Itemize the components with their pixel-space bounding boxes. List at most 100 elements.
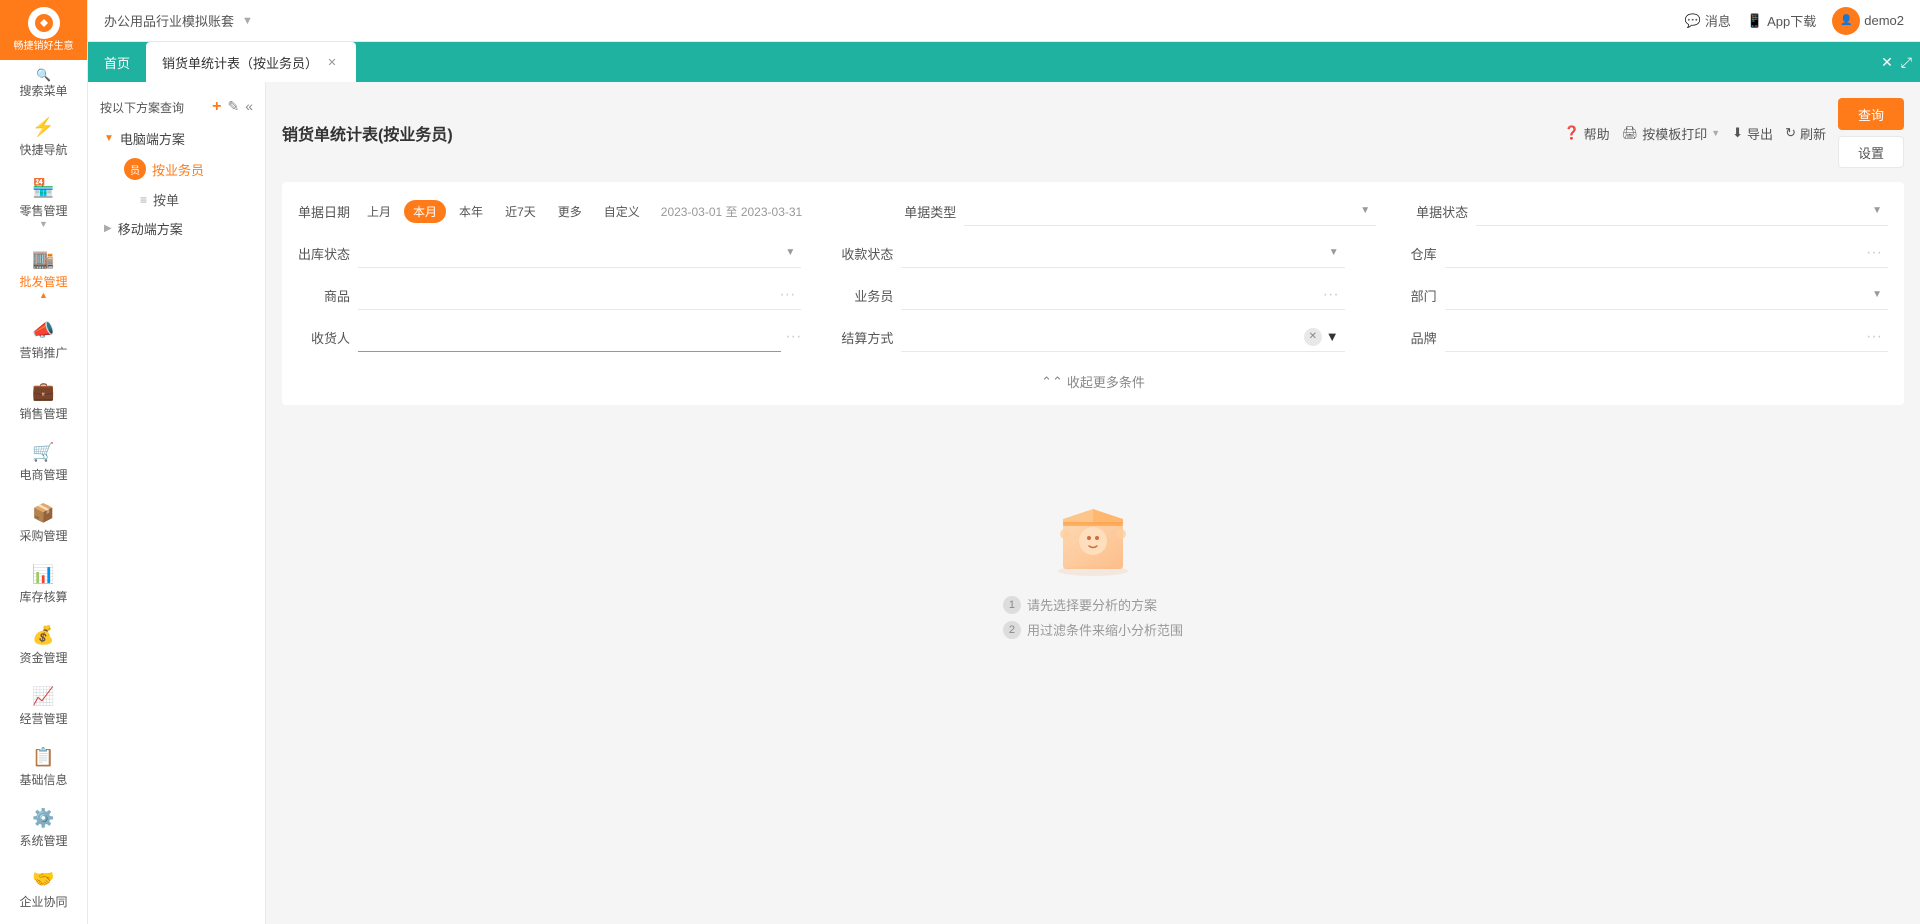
sidebar-item-newcomer[interactable]: 🆕 新手引导 [0, 920, 88, 924]
tree-mobile[interactable]: ▶ 移动端方案 [88, 214, 265, 243]
date-btn-this-year[interactable]: 本年 [450, 200, 492, 223]
sidebar-item-enterprise[interactable]: 🤝 企业协同 [0, 859, 88, 920]
breadcrumb-dropdown-icon[interactable]: ▼ [242, 15, 253, 27]
filter-row-2: 出库状态 ▼ 收款状态 ▼ [298, 238, 1888, 268]
add-scheme-icon[interactable]: + [212, 98, 221, 116]
receiver-input[interactable] [358, 322, 781, 352]
warehouse-label: 仓库 [1385, 244, 1437, 263]
search-menu-item[interactable]: 🔍 搜索菜单 [0, 60, 88, 107]
filter-payment-method: 结算方式 ✕ ▼ [841, 322, 1344, 352]
salesperson-input-wrapper[interactable]: ··· [901, 280, 1344, 310]
brand-label: 品牌 [1385, 328, 1437, 347]
user-profile[interactable]: 👤 demo2 [1832, 7, 1904, 35]
tab-home-label: 首页 [104, 53, 130, 72]
out-status-dropdown[interactable]: ▼ [358, 238, 801, 268]
tab-expand-icon[interactable]: ⤢ [1901, 54, 1912, 71]
topbar: 办公用品行业模拟账套 ▼ 💬 消息 📱 App下载 👤 demo2 [88, 0, 1920, 42]
warehouse-dots-icon[interactable]: ··· [1866, 244, 1882, 262]
goods-input-wrapper[interactable]: ··· [358, 280, 801, 310]
tab-sales-stats-label: 销货单统计表（按业务员） [162, 53, 318, 72]
payment-method-label: 结算方式 [841, 328, 893, 347]
sidebar-item-finance[interactable]: 💰 资金管理 [0, 615, 88, 676]
app-logo: 畅捷销好生意 [0, 0, 88, 60]
app-download-icon: 📱 [1747, 13, 1763, 29]
tree-by-order[interactable]: ≡ 按单 [88, 185, 265, 214]
logo-icon [28, 7, 60, 39]
receiver-label: 收货人 [298, 328, 350, 347]
salesperson-dots-icon[interactable]: ··· [1323, 286, 1339, 304]
tabbar-actions: ✕ ⤢ [1881, 54, 1920, 71]
help-btn[interactable]: ❓ 帮助 [1563, 124, 1609, 143]
payment-method-arrow: ▼ [1326, 329, 1339, 344]
doc-status-dropdown[interactable]: ▼ [1476, 196, 1888, 226]
search-icon: 🔍 [36, 68, 51, 82]
tree-by-salesperson[interactable]: 员 按业务员 [88, 153, 265, 185]
template-print-btn[interactable]: 🖨 按模板打印 ▼ [1622, 124, 1720, 143]
brand-dots-icon[interactable]: ··· [1866, 328, 1882, 346]
message-btn[interactable]: 💬 消息 [1685, 11, 1731, 30]
payment-status-arrow: ▼ [1329, 247, 1339, 258]
sidebar-item-basic-info[interactable]: 📋 基础信息 [0, 737, 88, 798]
department-dropdown[interactable]: ▼ [1445, 280, 1888, 310]
search-label: 搜索菜单 [19, 82, 67, 99]
empty-icon [1033, 479, 1153, 579]
tab-close-icon[interactable]: ✕ [324, 54, 340, 70]
filter-salesperson: 业务员 ··· [841, 280, 1344, 310]
tab-close-window-icon[interactable]: ✕ [1881, 54, 1893, 71]
payment-method-clear-icon[interactable]: ✕ [1304, 328, 1322, 346]
sidebar-item-wholesale[interactable]: 🏬 批发管理 ▲ [0, 239, 88, 310]
retail-arrow: ▼ [39, 219, 48, 229]
collapse-label: 收起更多条件 [1067, 372, 1145, 391]
date-btn-7days[interactable]: 近7天 [496, 200, 545, 223]
refresh-btn[interactable]: ↻ 刷新 [1785, 124, 1826, 143]
wholesale-label: 批发管理 [19, 273, 67, 290]
sidebar-item-shortcut[interactable]: ⚡ 快捷导航 [0, 107, 88, 168]
tab-sales-stats[interactable]: 销货单统计表（按业务员） ✕ [146, 42, 356, 82]
payment-status-dropdown[interactable]: ▼ [901, 238, 1344, 268]
warehouse-input-wrapper[interactable]: ··· [1445, 238, 1888, 268]
sidebar-item-retail[interactable]: 🏪 零售管理 ▼ [0, 168, 88, 239]
sidebar-item-inventory[interactable]: 📊 库存核算 [0, 554, 88, 615]
export-btn[interactable]: ⬇ 导出 [1732, 124, 1773, 143]
filter-date: 单据日期 上月 本月 本年 近7天 更多 自定义 2023-03-01 至 20… [298, 200, 864, 223]
refresh-icon: ↻ [1785, 125, 1796, 141]
date-btn-last-month[interactable]: 上月 [358, 200, 400, 223]
sidebar: 畅捷销好生意 🔍 搜索菜单 ⚡ 快捷导航 🏪 零售管理 ▼ 🏬 批发管理 ▲ 📣… [0, 0, 88, 924]
doc-type-dropdown[interactable]: ▼ [964, 196, 1376, 226]
goods-dots-icon[interactable]: ··· [779, 286, 795, 304]
settings-button[interactable]: 设置 [1838, 136, 1904, 168]
edit-scheme-icon[interactable]: ✎ [227, 98, 239, 116]
shortcut-icon: ⚡ [32, 117, 54, 138]
app-download-btn[interactable]: 📱 App下载 [1747, 11, 1816, 30]
payment-method-wrapper[interactable]: ✕ ▼ [901, 322, 1344, 352]
sidebar-item-sales[interactable]: 💼 销售管理 [0, 371, 88, 432]
retail-label: 零售管理 [19, 202, 67, 219]
left-panel-header: 按以下方案查询 + ✎ « [88, 92, 265, 124]
basic-info-label: 基础信息 [19, 771, 67, 788]
tree-desktop[interactable]: ▼ 电脑端方案 [88, 124, 265, 153]
system-label: 系统管理 [19, 832, 67, 849]
sidebar-item-operations[interactable]: 📈 经营管理 [0, 676, 88, 737]
app-name: 畅捷销好生意 [14, 41, 74, 53]
left-panel-actions: + ✎ « [212, 98, 253, 116]
query-button[interactable]: 查询 [1838, 98, 1904, 130]
filter-receiver: 收货人 ··· [298, 322, 801, 352]
tab-home[interactable]: 首页 [88, 42, 146, 82]
collapse-btn[interactable]: ⌃⌃ 收起更多条件 [1041, 372, 1145, 391]
empty-hint-2: 2 用过滤条件来缩小分析范围 [1003, 620, 1183, 639]
brand-input-wrapper[interactable]: ··· [1445, 322, 1888, 352]
filter-doc-type: 单据类型 ▼ [904, 196, 1376, 226]
sidebar-item-purchase[interactable]: 📦 采购管理 [0, 493, 88, 554]
avatar: 👤 [1832, 7, 1860, 35]
date-btn-this-month[interactable]: 本月 [404, 200, 446, 223]
enterprise-icon: 🤝 [32, 869, 54, 890]
collapse-panel-icon[interactable]: « [245, 98, 253, 116]
sidebar-item-marketing[interactable]: 📣 营销推广 [0, 310, 88, 371]
receiver-dots-icon[interactable]: ··· [785, 328, 801, 346]
sidebar-item-system[interactable]: ⚙️ 系统管理 [0, 798, 88, 859]
page-title: 销货单统计表(按业务员) [282, 121, 453, 145]
sidebar-item-ecommerce[interactable]: 🛒 电商管理 [0, 432, 88, 493]
filter-brand: 品牌 ··· [1385, 322, 1888, 352]
date-btn-custom[interactable]: 自定义 [595, 200, 649, 223]
date-btn-more[interactable]: 更多 [549, 200, 591, 223]
